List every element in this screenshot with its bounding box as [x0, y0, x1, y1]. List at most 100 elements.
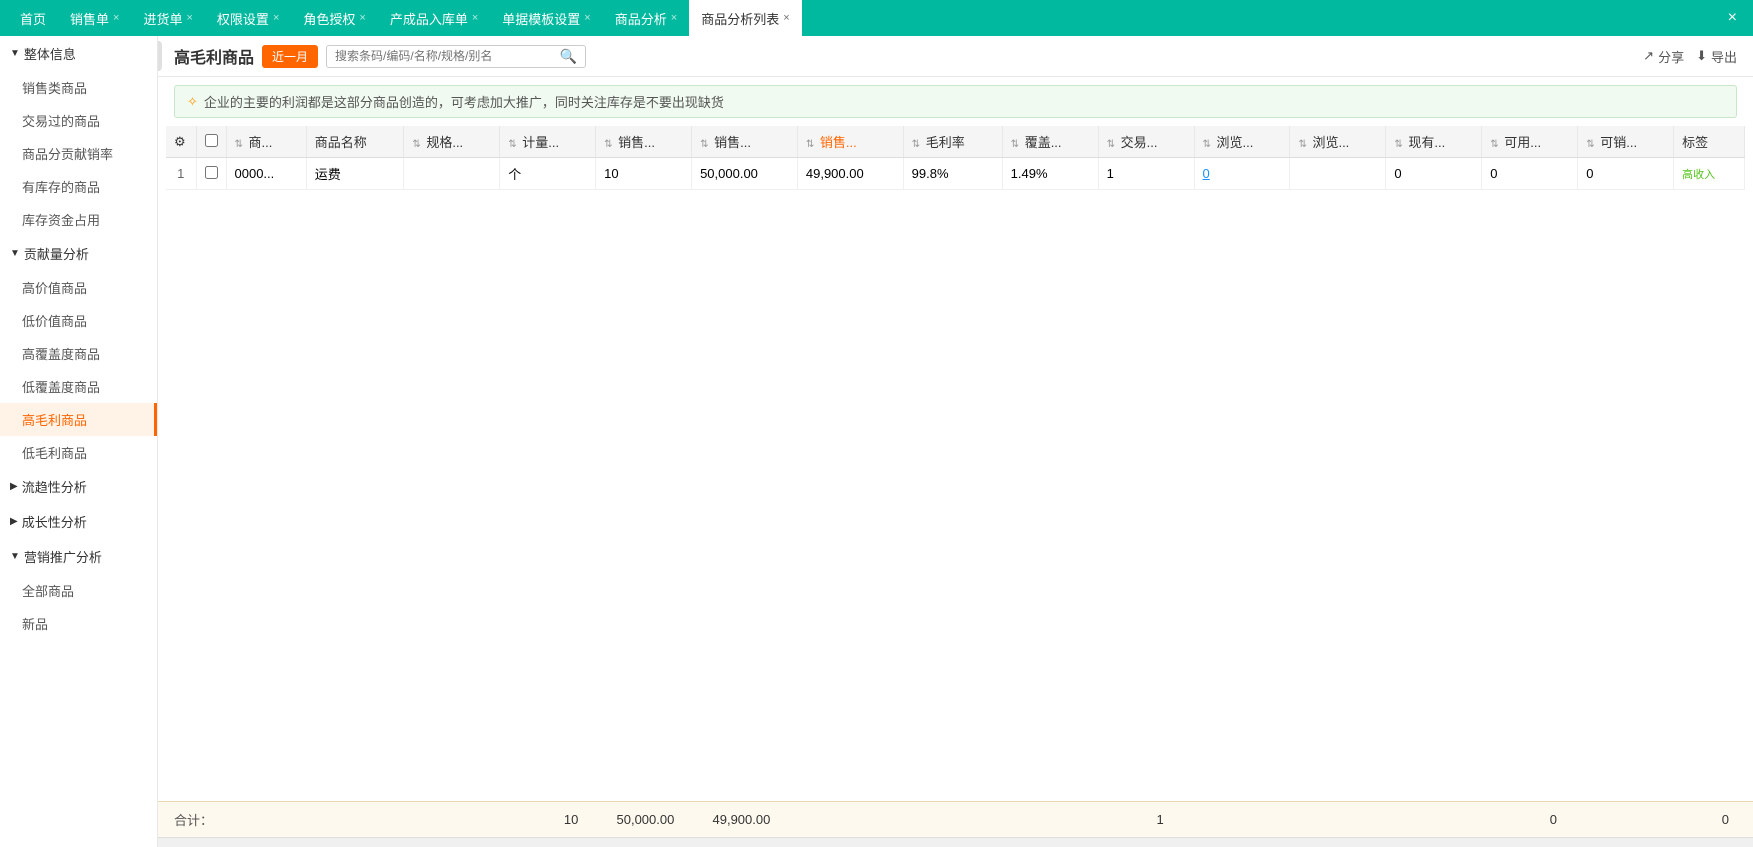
sidebar-item-high-value[interactable]: 高价值商品	[0, 271, 157, 304]
row-stock-available: 0	[1482, 158, 1578, 190]
sort-icon-3: ⇅	[508, 139, 516, 150]
settings-icon[interactable]: ⚙	[174, 134, 186, 149]
sort-icon-10: ⇅	[1203, 139, 1211, 150]
row-checkbox[interactable]	[196, 158, 226, 190]
nav-sales-order[interactable]: 销售单 ×	[58, 0, 131, 36]
row-browse2	[1290, 158, 1386, 190]
sort-icon: ⇅	[235, 139, 243, 150]
col-browse2[interactable]: ⇅ 浏览...	[1290, 126, 1386, 158]
close-role-auth[interactable]: ×	[359, 12, 365, 24]
footer-sales-qty: 10	[526, 812, 586, 827]
row-trade-count: 1	[1098, 158, 1194, 190]
table-row[interactable]: 1 0000... 运费 个 10 50,000.00 49,900.00 99…	[166, 158, 1745, 190]
time-filter-button[interactable]: 近一月	[262, 45, 318, 68]
table-footer: 合计： 10 50,000.00 49,900.00 1 0 0	[158, 801, 1753, 837]
table-header-row: ⚙ ⇅ 商... 商品名称 ⇅	[166, 126, 1745, 158]
sort-icon-11: ⇅	[1298, 139, 1306, 150]
chevron-down-icon: ▼	[10, 48, 20, 59]
nav-product-inbound[interactable]: 产成品入库单 ×	[378, 0, 490, 36]
sort-icon-13: ⇅	[1490, 139, 1498, 150]
sidebar: ▼ 整体信息 销售类商品 交易过的商品 商品分贡献销率 有库存的商品 库存资金占…	[0, 36, 158, 847]
sort-icon-9: ⇅	[1107, 139, 1115, 150]
sidebar-group-marketing[interactable]: ▼ 营销推广分析	[0, 539, 157, 574]
row-unit: 个	[500, 158, 596, 190]
nav-permission-settings[interactable]: 权限设置 ×	[205, 0, 291, 36]
table-container[interactable]: ⚙ ⇅ 商... 商品名称 ⇅	[158, 126, 1753, 801]
sidebar-group-contribution[interactable]: ▼ 贡献量分析	[0, 236, 157, 271]
col-sales-amount[interactable]: ⇅ 销售...	[692, 126, 798, 158]
export-icon: ⬇	[1696, 48, 1707, 64]
row-sales-qty: 10	[596, 158, 692, 190]
col-stock-available[interactable]: ⇅ 可用...	[1482, 126, 1578, 158]
close-template-settings[interactable]: ×	[584, 12, 590, 24]
col-checkbox[interactable]	[196, 126, 226, 158]
row-gross-rate: 99.8%	[903, 158, 1002, 190]
close-purchase-order[interactable]: ×	[186, 12, 192, 24]
col-name[interactable]: 商品名称	[306, 126, 404, 158]
close-product-analysis-list[interactable]: ×	[783, 12, 789, 24]
horizontal-scrollbar[interactable]	[158, 837, 1753, 847]
window-close-button[interactable]: ×	[1720, 9, 1745, 27]
col-sales-qty[interactable]: ⇅ 销售...	[596, 126, 692, 158]
col-gross-rate[interactable]: ⇅ 毛利率	[903, 126, 1002, 158]
row-sales-amount: 50,000.00	[692, 158, 798, 190]
search-icon[interactable]: 🔍	[560, 48, 577, 65]
close-product-inbound[interactable]: ×	[472, 12, 478, 24]
sidebar-item-goods-contribution[interactable]: 商品分贡献销率	[0, 137, 157, 170]
footer-trade-count: 1	[1092, 812, 1172, 827]
nav-role-auth[interactable]: 角色授权 ×	[291, 0, 377, 36]
nav-home[interactable]: 首页	[8, 0, 58, 36]
sidebar-item-low-coverage[interactable]: 低覆盖度商品	[0, 370, 157, 403]
sidebar-item-sales-goods[interactable]: 销售类商品	[0, 71, 157, 104]
close-sales-order[interactable]: ×	[113, 12, 119, 24]
col-spec[interactable]: ⇅ 规格...	[404, 126, 500, 158]
col-code[interactable]: ⇅ 商...	[226, 126, 306, 158]
sort-icon-7: ⇅	[912, 139, 920, 150]
sidebar-item-high-coverage[interactable]: 高覆盖度商品	[0, 337, 157, 370]
goods-table: ⚙ ⇅ 商... 商品名称 ⇅	[166, 126, 1745, 190]
sidebar-group-trend[interactable]: ▶ 流趋性分析	[0, 469, 157, 504]
col-tag: 标签	[1674, 126, 1745, 158]
select-all-checkbox[interactable]	[205, 134, 218, 147]
col-sales-cost[interactable]: ⇅ 销售...	[797, 126, 903, 158]
nav-product-analysis[interactable]: 商品分析 ×	[603, 0, 689, 36]
sort-icon-8: ⇅	[1011, 139, 1019, 150]
sidebar-item-new-goods[interactable]: 新品	[0, 607, 157, 640]
sort-icon-5: ⇅	[700, 139, 708, 150]
sidebar-group-overall[interactable]: ▼ 整体信息	[0, 36, 157, 71]
col-stock-current[interactable]: ⇅ 现有...	[1386, 126, 1482, 158]
sort-icon-6: ⇅	[806, 139, 814, 150]
sidebar-item-low-value[interactable]: 低价值商品	[0, 304, 157, 337]
sidebar-group-growth[interactable]: ▶ 成长性分析	[0, 504, 157, 539]
col-trade-count[interactable]: ⇅ 交易...	[1098, 126, 1194, 158]
sidebar-item-all-goods[interactable]: 全部商品	[0, 574, 157, 607]
search-input[interactable]	[335, 49, 560, 63]
content-area: « 高毛利商品 近一月 🔍 ↗ 分享 ⬇ 导出	[158, 36, 1753, 847]
nav-purchase-order[interactable]: 进货单 ×	[131, 0, 204, 36]
sidebar-item-traded-goods[interactable]: 交易过的商品	[0, 104, 157, 137]
sidebar-item-goods-in-stock[interactable]: 有库存的商品	[0, 170, 157, 203]
row-stock-sellable: 0	[1578, 158, 1674, 190]
col-settings[interactable]: ⚙	[166, 126, 196, 158]
sidebar-item-low-margin[interactable]: 低毛利商品	[0, 436, 157, 469]
col-browse1[interactable]: ⇅ 浏览...	[1194, 126, 1290, 158]
sidebar-item-stock-capital[interactable]: 库存资金占用	[0, 203, 157, 236]
col-stock-sellable[interactable]: ⇅ 可销...	[1578, 126, 1674, 158]
share-button[interactable]: ↗ 分享	[1643, 47, 1684, 66]
nav-product-analysis-list[interactable]: 商品分析列表 ×	[689, 0, 801, 36]
export-button[interactable]: ⬇ 导出	[1696, 47, 1737, 66]
col-unit[interactable]: ⇅ 计量...	[500, 126, 596, 158]
nav-template-settings[interactable]: 单据模板设置 ×	[490, 0, 602, 36]
page-title: 高毛利商品	[174, 44, 254, 68]
col-coverage[interactable]: ⇅ 覆盖...	[1002, 126, 1098, 158]
sidebar-item-high-margin[interactable]: 高毛利商品	[0, 403, 157, 436]
close-permission-settings[interactable]: ×	[273, 12, 279, 24]
row-name: 运费	[306, 158, 404, 190]
row-select-checkbox[interactable]	[205, 166, 218, 179]
footer-sales-amount: 50,000.00	[602, 812, 682, 827]
row-sales-cost: 49,900.00	[797, 158, 903, 190]
row-browse1[interactable]: 0	[1194, 158, 1290, 190]
sidebar-collapse-button[interactable]: «	[158, 41, 162, 71]
close-product-analysis[interactable]: ×	[671, 12, 677, 24]
chevron-down-icon-2: ▼	[10, 248, 20, 259]
